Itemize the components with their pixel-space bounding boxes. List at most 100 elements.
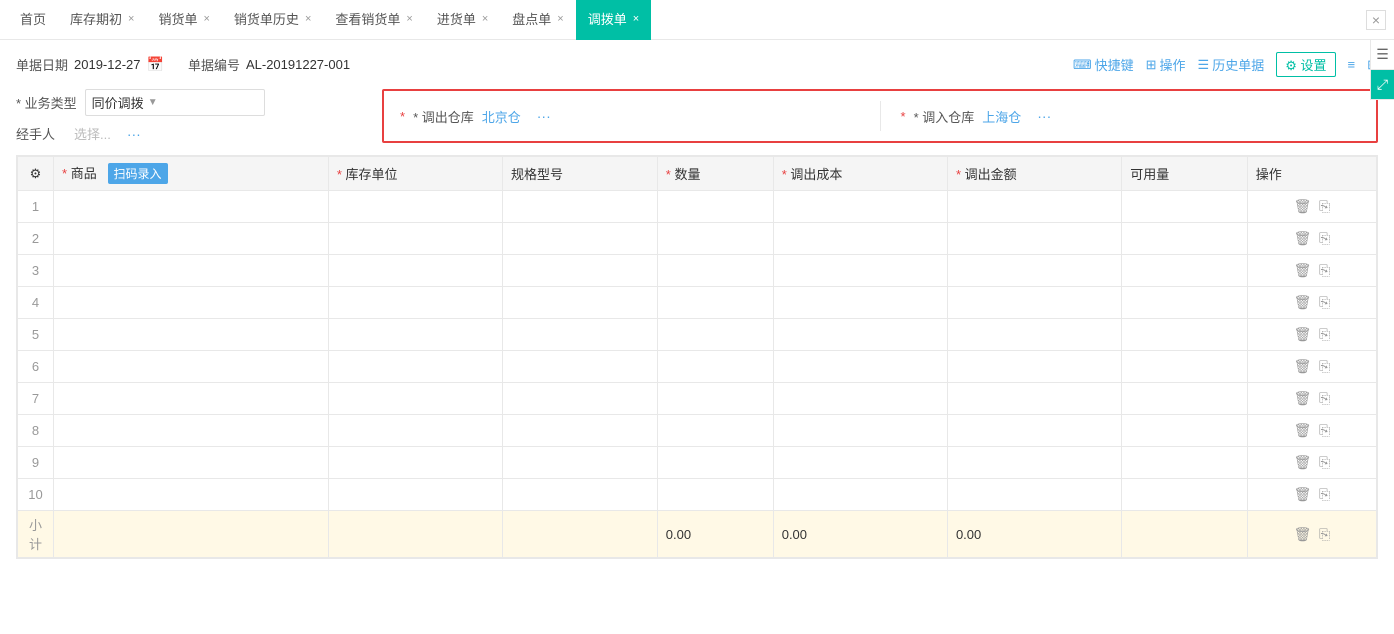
tab-view-sales[interactable]: 查看销货单 × [323,0,424,40]
cell-available[interactable] [1122,447,1248,479]
cell-amount[interactable] [947,223,1121,255]
cell-available[interactable] [1122,479,1248,511]
cell-cost[interactable] [773,415,947,447]
cell-cost[interactable] [773,351,947,383]
delete-icon[interactable]: 🗑 [1294,454,1312,470]
cell-unit[interactable] [328,511,502,558]
copy-icon[interactable]: ⎘ [1319,526,1330,542]
cell-cost[interactable] [773,447,947,479]
cell-quantity[interactable]: 0.00 [657,511,773,558]
cell-quantity[interactable] [657,319,773,351]
cell-amount[interactable] [947,415,1121,447]
cell-spec[interactable] [503,255,658,287]
table-settings-icon[interactable]: ⚙ [30,166,42,181]
calendar-icon[interactable]: 📅 [147,56,164,73]
shortcut-action[interactable]: ⌨ 快捷键 [1073,55,1134,74]
delete-icon[interactable]: 🗑 [1294,198,1312,214]
delete-icon[interactable]: 🗑 [1294,390,1312,406]
transfer-out-value[interactable]: 北京仓 [482,107,521,126]
cell-product[interactable] [54,191,329,223]
cell-quantity[interactable] [657,223,773,255]
cell-product[interactable] [54,287,329,319]
cell-quantity[interactable] [657,415,773,447]
copy-icon[interactable]: ⎘ [1319,486,1330,502]
window-close-button[interactable]: × [1366,10,1386,30]
copy-icon[interactable]: ⎘ [1319,358,1330,374]
cell-available[interactable] [1122,319,1248,351]
tab-sales-history-close[interactable]: × [305,13,311,25]
tab-inventory-count-close[interactable]: × [557,13,563,25]
cell-unit[interactable] [328,415,502,447]
copy-icon[interactable]: ⎘ [1319,454,1330,470]
cell-cost[interactable] [773,383,947,415]
cell-spec[interactable] [503,223,658,255]
tab-inventory-init[interactable]: 库存期初 × [58,0,146,40]
operations-action[interactable]: ⊞ 操作 [1146,55,1186,74]
cell-product[interactable] [54,447,329,479]
tab-sales-order[interactable]: 销货单 × [146,0,221,40]
cell-product[interactable] [54,351,329,383]
cell-product[interactable] [54,383,329,415]
cell-cost[interactable] [773,191,947,223]
cell-quantity[interactable] [657,191,773,223]
cell-unit[interactable] [328,223,502,255]
cell-spec[interactable] [503,191,658,223]
tab-transfer-order-close[interactable]: × [633,13,639,25]
cell-available[interactable] [1122,351,1248,383]
cell-unit[interactable] [328,319,502,351]
cell-spec[interactable] [503,319,658,351]
cell-cost[interactable] [773,479,947,511]
cell-cost[interactable] [773,287,947,319]
cell-spec[interactable] [503,447,658,479]
cell-spec[interactable] [503,511,658,558]
cell-cost[interactable] [773,319,947,351]
cell-unit[interactable] [328,351,502,383]
operator-more-icon[interactable]: ··· [127,126,141,142]
tab-inventory-init-close[interactable]: × [128,13,134,25]
cell-product[interactable] [54,511,329,558]
cell-unit[interactable] [328,191,502,223]
copy-icon[interactable]: ⎘ [1319,294,1330,310]
tab-home[interactable]: 首页 [8,0,58,40]
cell-product[interactable] [54,255,329,287]
tab-view-sales-close[interactable]: × [406,13,412,25]
cell-cost[interactable] [773,255,947,287]
copy-icon[interactable]: ⎘ [1319,390,1330,406]
cell-amount[interactable] [947,287,1121,319]
cell-available[interactable] [1122,383,1248,415]
cell-product[interactable] [54,479,329,511]
transfer-in-more-icon[interactable]: ··· [1037,108,1051,124]
cell-product[interactable] [54,319,329,351]
copy-icon[interactable]: ⎘ [1319,326,1330,342]
cell-cost[interactable]: 0.00 [773,511,947,558]
tab-sales-history[interactable]: 销货单历史 × [222,0,323,40]
tab-transfer-order[interactable]: 调拨单 × [576,0,651,40]
delete-icon[interactable]: 🗑 [1294,294,1312,310]
cell-available[interactable] [1122,223,1248,255]
cell-available[interactable] [1122,511,1248,558]
cell-quantity[interactable] [657,447,773,479]
cell-available[interactable] [1122,191,1248,223]
delete-icon[interactable]: 🗑 [1294,230,1312,246]
tab-purchase-order-close[interactable]: × [482,13,488,25]
sidebar-document-icon[interactable]: ☰ [1371,40,1394,70]
tab-inventory-count[interactable]: 盘点单 × [500,0,575,40]
scan-button[interactable]: 扫码录入 [108,163,168,184]
cell-cost[interactable] [773,223,947,255]
cell-product[interactable] [54,415,329,447]
cell-quantity[interactable] [657,479,773,511]
delete-icon[interactable]: 🗑 [1294,326,1312,342]
operator-input[interactable]: 选择... [74,124,111,143]
cell-amount[interactable] [947,447,1121,479]
cell-quantity[interactable] [657,287,773,319]
business-type-select[interactable]: 同价调拨 ▼ [85,89,265,116]
copy-icon[interactable]: ⎘ [1319,230,1330,246]
cell-amount[interactable] [947,191,1121,223]
delete-icon[interactable]: 🗑 [1294,422,1312,438]
cell-spec[interactable] [503,287,658,319]
cell-amount[interactable] [947,383,1121,415]
copy-icon[interactable]: ⎘ [1319,262,1330,278]
layout-icon-1[interactable]: ≡ [1348,57,1356,72]
cell-product[interactable] [54,223,329,255]
copy-icon[interactable]: ⎘ [1319,422,1330,438]
